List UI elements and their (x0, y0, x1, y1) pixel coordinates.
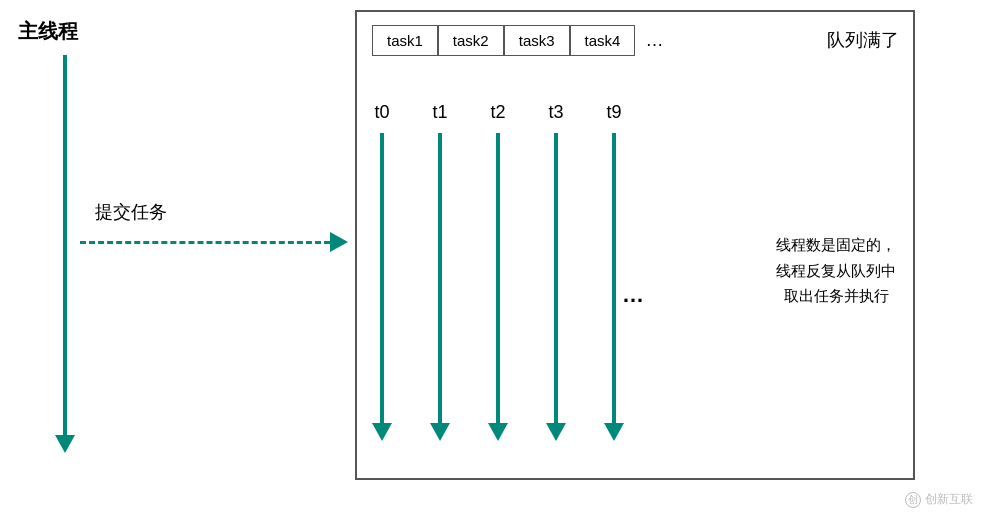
queue-cell-task1: task1 (372, 25, 438, 56)
thread-pool-box: task1 task2 task3 task4 … 队列满了 t0 t1 t2 (355, 10, 915, 480)
dashed-arrow (80, 232, 348, 252)
threads-area: t0 t1 t2 t3 t9 (372, 102, 624, 441)
main-thread-line (63, 55, 67, 435)
thread-col-t2: t2 (488, 102, 508, 441)
thread-arrow-t0 (372, 423, 392, 441)
thread-col-t9: t9 (604, 102, 624, 441)
thread-line-t1 (438, 133, 442, 423)
thread-line-t0 (380, 133, 384, 423)
queue-full-label: 队列满了 (827, 28, 899, 52)
thread-label-t9: t9 (606, 102, 621, 123)
thread-line-t2 (496, 133, 500, 423)
page-container: 主线程 提交任务 task1 task2 task3 task4 … 队列满了 … (0, 0, 985, 516)
thread-col-t1: t1 (430, 102, 450, 441)
thread-label-t1: t1 (432, 102, 447, 123)
thread-arrow-t3 (546, 423, 566, 441)
main-thread-arrow-head (55, 435, 75, 453)
thread-col-t0: t0 (372, 102, 392, 441)
main-thread-label: 主线程 (18, 18, 78, 45)
thread-col-t3: t3 (546, 102, 566, 441)
dashed-line (80, 241, 330, 244)
watermark-icon: 创 (905, 492, 921, 508)
watermark: 创 创新互联 (905, 491, 973, 508)
thread-arrow-t2 (488, 423, 508, 441)
queue-dots: … (635, 24, 673, 57)
thread-arrow-t1 (430, 423, 450, 441)
main-thread-arrow (55, 55, 75, 453)
thread-label-t3: t3 (548, 102, 563, 123)
thread-line-t9 (612, 133, 616, 423)
queue-cell-task4: task4 (570, 25, 636, 56)
thread-label-t0: t0 (374, 102, 389, 123)
thread-line-t3 (554, 133, 558, 423)
queue-cell-task2: task2 (438, 25, 504, 56)
description-text: 线程数是固定的，线程反复从队列中取出任务并执行 (771, 232, 901, 309)
queue-row: task1 task2 task3 task4 … (372, 24, 673, 57)
thread-label-t2: t2 (490, 102, 505, 123)
watermark-text: 创新互联 (925, 491, 973, 508)
queue-cell-task3: task3 (504, 25, 570, 56)
middle-dots: … (622, 282, 644, 308)
thread-arrow-t9 (604, 423, 624, 441)
dashed-arrow-head (330, 232, 348, 252)
submit-task-label: 提交任务 (95, 200, 167, 224)
